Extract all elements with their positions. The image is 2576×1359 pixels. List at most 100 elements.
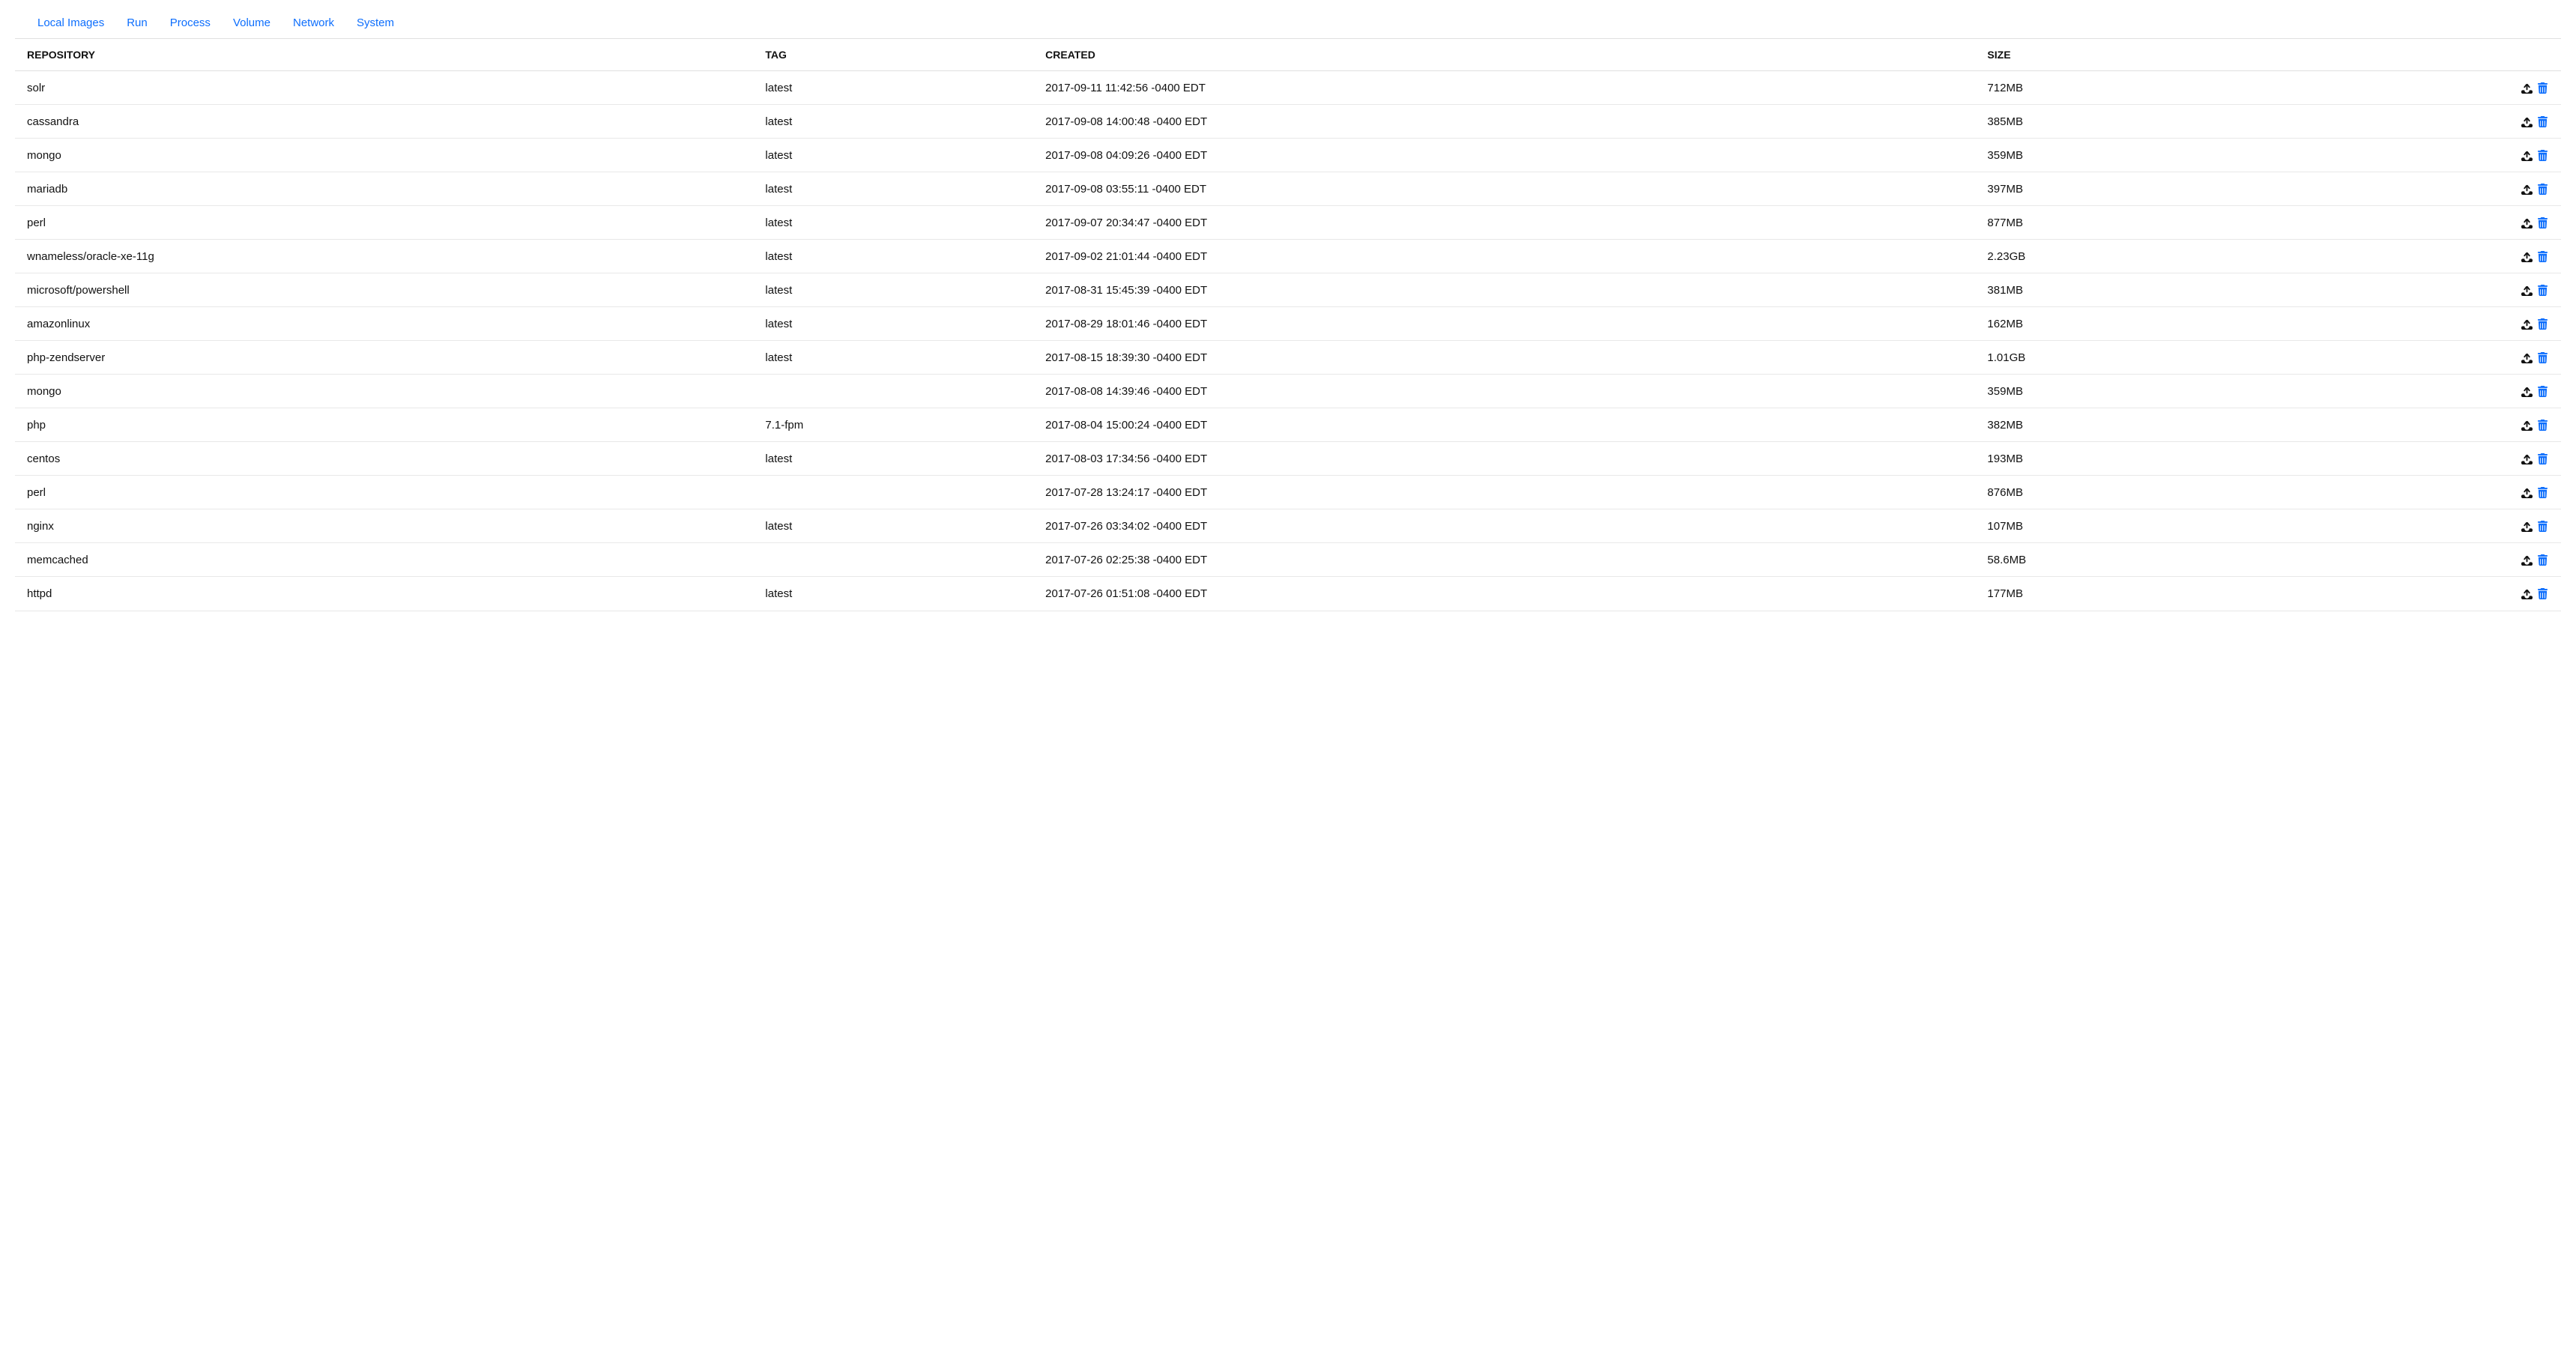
header-repository[interactable]: REPOSITORY xyxy=(15,39,753,71)
cell-created: 2017-08-08 14:39:46 -0400 EDT xyxy=(1033,375,1975,408)
table-row: amazonlinuxlatest2017-08-29 18:01:46 -04… xyxy=(15,307,2561,341)
cell-size: 193MB xyxy=(1975,442,2255,476)
upload-icon[interactable] xyxy=(2520,485,2533,499)
cell-created: 2017-09-11 11:42:56 -0400 EDT xyxy=(1033,71,1975,105)
tab-system[interactable]: System xyxy=(345,7,405,38)
trash-icon[interactable] xyxy=(2536,553,2549,566)
trash-icon[interactable] xyxy=(2536,115,2549,128)
cell-created: 2017-07-26 03:34:02 -0400 EDT xyxy=(1033,509,1975,543)
cell-created: 2017-08-04 15:00:24 -0400 EDT xyxy=(1033,408,1975,442)
trash-icon[interactable] xyxy=(2536,148,2549,162)
header-tag[interactable]: TAG xyxy=(753,39,1033,71)
cell-created: 2017-07-26 02:25:38 -0400 EDT xyxy=(1033,543,1975,577)
cell-created: 2017-07-28 13:24:17 -0400 EDT xyxy=(1033,476,1975,509)
trash-icon[interactable] xyxy=(2536,485,2549,499)
cell-created: 2017-08-31 15:45:39 -0400 EDT xyxy=(1033,273,1975,307)
trash-icon[interactable] xyxy=(2536,283,2549,297)
cell-repository: httpd xyxy=(15,577,753,611)
table-row: memcached2017-07-26 02:25:38 -0400 EDT58… xyxy=(15,543,2561,577)
header-size[interactable]: SIZE xyxy=(1975,39,2255,71)
cell-repository: php xyxy=(15,408,753,442)
table-row: centoslatest2017-08-03 17:34:56 -0400 ED… xyxy=(15,442,2561,476)
upload-icon[interactable] xyxy=(2520,553,2533,566)
upload-icon[interactable] xyxy=(2520,317,2533,330)
cell-repository: microsoft/powershell xyxy=(15,273,753,307)
cell-size: 876MB xyxy=(1975,476,2255,509)
cell-size: 381MB xyxy=(1975,273,2255,307)
trash-icon[interactable] xyxy=(2536,384,2549,398)
upload-icon[interactable] xyxy=(2520,384,2533,398)
header-created[interactable]: CREATED xyxy=(1033,39,1975,71)
trash-icon[interactable] xyxy=(2536,81,2549,94)
tab-run[interactable]: Run xyxy=(115,7,159,38)
cell-repository: perl xyxy=(15,476,753,509)
cell-actions xyxy=(2255,240,2561,273)
trash-icon[interactable] xyxy=(2536,452,2549,465)
header-actions xyxy=(2255,39,2561,71)
upload-icon[interactable] xyxy=(2520,519,2533,533)
trash-icon[interactable] xyxy=(2536,351,2549,364)
cell-actions xyxy=(2255,206,2561,240)
cell-repository: mongo xyxy=(15,375,753,408)
cell-repository: nginx xyxy=(15,509,753,543)
cell-size: 1.01GB xyxy=(1975,341,2255,375)
cell-repository: mongo xyxy=(15,139,753,172)
table-row: microsoft/powershelllatest2017-08-31 15:… xyxy=(15,273,2561,307)
cell-size: 359MB xyxy=(1975,375,2255,408)
cell-repository: wnameless/oracle-xe-11g xyxy=(15,240,753,273)
cell-tag: latest xyxy=(753,273,1033,307)
trash-icon[interactable] xyxy=(2536,519,2549,533)
cell-repository: cassandra xyxy=(15,105,753,139)
cell-actions xyxy=(2255,408,2561,442)
tab-process[interactable]: Process xyxy=(159,7,222,38)
table-row: perllatest2017-09-07 20:34:47 -0400 EDT8… xyxy=(15,206,2561,240)
upload-icon[interactable] xyxy=(2520,81,2533,94)
upload-icon[interactable] xyxy=(2520,216,2533,229)
trash-icon[interactable] xyxy=(2536,587,2549,601)
trash-icon[interactable] xyxy=(2536,216,2549,229)
cell-actions xyxy=(2255,375,2561,408)
cell-tag: latest xyxy=(753,509,1033,543)
cell-size: 2.23GB xyxy=(1975,240,2255,273)
cell-tag: latest xyxy=(753,341,1033,375)
table-row: httpdlatest2017-07-26 01:51:08 -0400 EDT… xyxy=(15,577,2561,611)
upload-icon[interactable] xyxy=(2520,351,2533,364)
cell-tag: latest xyxy=(753,105,1033,139)
cell-repository: php-zendserver xyxy=(15,341,753,375)
upload-icon[interactable] xyxy=(2520,283,2533,297)
cell-repository: centos xyxy=(15,442,753,476)
tab-local-images[interactable]: Local Images xyxy=(26,7,115,38)
cell-actions xyxy=(2255,139,2561,172)
cell-tag: latest xyxy=(753,206,1033,240)
upload-icon[interactable] xyxy=(2520,148,2533,162)
cell-repository: solr xyxy=(15,71,753,105)
cell-created: 2017-09-07 20:34:47 -0400 EDT xyxy=(1033,206,1975,240)
cell-size: 712MB xyxy=(1975,71,2255,105)
table-row: solrlatest2017-09-11 11:42:56 -0400 EDT7… xyxy=(15,71,2561,105)
cell-actions xyxy=(2255,105,2561,139)
cell-size: 877MB xyxy=(1975,206,2255,240)
cell-actions xyxy=(2255,509,2561,543)
trash-icon[interactable] xyxy=(2536,418,2549,432)
upload-icon[interactable] xyxy=(2520,115,2533,128)
cell-actions xyxy=(2255,172,2561,206)
tab-network[interactable]: Network xyxy=(282,7,345,38)
cell-repository: perl xyxy=(15,206,753,240)
table-row: cassandralatest2017-09-08 14:00:48 -0400… xyxy=(15,105,2561,139)
upload-icon[interactable] xyxy=(2520,182,2533,196)
trash-icon[interactable] xyxy=(2536,317,2549,330)
cell-size: 58.6MB xyxy=(1975,543,2255,577)
cell-actions xyxy=(2255,71,2561,105)
upload-icon[interactable] xyxy=(2520,418,2533,432)
tab-volume[interactable]: Volume xyxy=(222,7,282,38)
table-row: php-zendserverlatest2017-08-15 18:39:30 … xyxy=(15,341,2561,375)
cell-tag: latest xyxy=(753,307,1033,341)
upload-icon[interactable] xyxy=(2520,452,2533,465)
trash-icon[interactable] xyxy=(2536,249,2549,263)
cell-repository: amazonlinux xyxy=(15,307,753,341)
cell-created: 2017-07-26 01:51:08 -0400 EDT xyxy=(1033,577,1975,611)
upload-icon[interactable] xyxy=(2520,587,2533,601)
trash-icon[interactable] xyxy=(2536,182,2549,196)
upload-icon[interactable] xyxy=(2520,249,2533,263)
table-header-row: REPOSITORY TAG CREATED SIZE xyxy=(15,39,2561,71)
